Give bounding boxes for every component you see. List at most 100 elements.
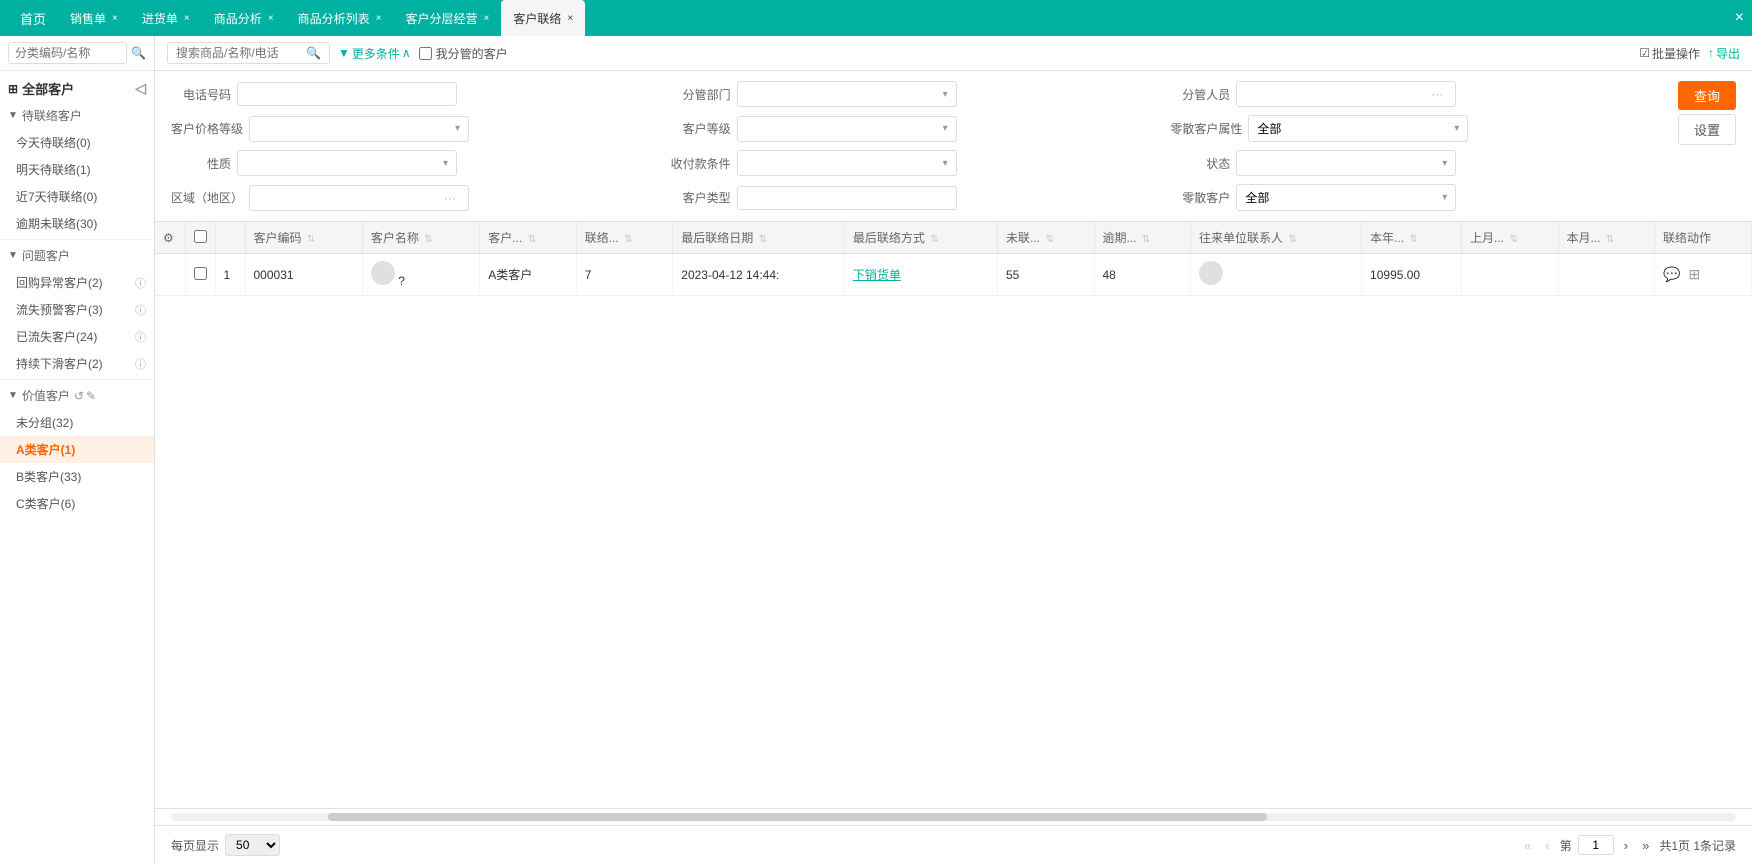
row-select-checkbox[interactable] bbox=[194, 267, 207, 280]
sidebar-group-pending[interactable]: ▼ 待联络客户 bbox=[0, 102, 154, 129]
nav-analysis-list[interactable]: 商品分析列表 × bbox=[286, 0, 394, 36]
sidebar-search-area: 🔍 bbox=[0, 36, 154, 71]
row-actions: 💬 ⊞ bbox=[1655, 254, 1752, 296]
retail-customer-select[interactable]: 全部▾ bbox=[1236, 184, 1456, 211]
th-customer-code[interactable]: 客户编码 ⇅ bbox=[245, 222, 362, 254]
sidebar-item-ungrouped[interactable]: 未分组(32) bbox=[0, 409, 154, 436]
search-input[interactable] bbox=[176, 46, 306, 60]
first-page-button[interactable]: « bbox=[1520, 836, 1535, 855]
status-select[interactable]: ▾ bbox=[1236, 150, 1456, 176]
page-navigation: « ‹ 第 › » 共1页 1条记录 bbox=[1520, 835, 1736, 855]
dept-select[interactable]: ▾ bbox=[737, 81, 957, 107]
price-level-select[interactable]: ▾ bbox=[249, 116, 469, 142]
close-sales-tab[interactable]: × bbox=[112, 13, 118, 24]
export-icon: ↑ bbox=[1708, 46, 1714, 60]
message-icon[interactable]: 💬 bbox=[1663, 266, 1680, 283]
sidebar-group-problem[interactable]: ▼ 问题客户 bbox=[0, 242, 154, 269]
nav-purchase[interactable]: 进货单 × bbox=[130, 0, 202, 36]
chevron-down-icon-price: ▾ bbox=[455, 123, 460, 134]
divider-1 bbox=[0, 239, 154, 240]
sidebar-item-churned[interactable]: 已流失客户(24) ⓘ bbox=[0, 323, 154, 350]
settings-button[interactable]: 设置 bbox=[1678, 114, 1736, 145]
th-gear[interactable]: ⚙ bbox=[155, 222, 185, 254]
sidebar-item-tomorrow-contact[interactable]: 明天待联络(1) bbox=[0, 156, 154, 183]
sidebar-item-repurchase-abnormal[interactable]: 回购异常客户(2) ⓘ bbox=[0, 269, 154, 296]
th-contacts-person[interactable]: 往来单位联系人 ⇅ bbox=[1191, 222, 1362, 254]
region-dots[interactable]: ··· bbox=[440, 191, 460, 205]
my-customers-check[interactable] bbox=[419, 47, 432, 60]
qr-icon[interactable]: ⊞ bbox=[1688, 266, 1700, 283]
th-this-year[interactable]: 本年... ⇅ bbox=[1362, 222, 1462, 254]
export-button[interactable]: ↑ 导出 bbox=[1708, 45, 1740, 62]
prev-page-button[interactable]: ‹ bbox=[1541, 836, 1553, 855]
app-close-button[interactable]: × bbox=[1735, 9, 1744, 27]
th-customer-type[interactable]: 客户... ⇅ bbox=[480, 222, 577, 254]
close-customer-segment-tab[interactable]: × bbox=[483, 13, 489, 24]
th-last-month[interactable]: 上月... ⇅ bbox=[1462, 222, 1559, 254]
more-filters-button[interactable]: ▼ 更多条件 ∧ bbox=[338, 45, 411, 62]
scroll-track[interactable] bbox=[171, 813, 1736, 821]
sidebar-item-b-customers[interactable]: B类客户(33) bbox=[0, 463, 154, 490]
nature-select[interactable]: ▾ bbox=[237, 150, 457, 176]
close-analysis-list-tab[interactable]: × bbox=[376, 13, 382, 24]
manager-input[interactable]: ··· bbox=[1236, 81, 1456, 107]
sidebar-collapse-button[interactable]: ◁ bbox=[135, 80, 146, 97]
nav-analysis[interactable]: 商品分析 × bbox=[202, 0, 286, 36]
th-this-month[interactable]: 本月... ⇅ bbox=[1558, 222, 1655, 254]
page-next-button[interactable]: › bbox=[1620, 836, 1632, 855]
sidebar-item-a-customers[interactable]: A类客户(1) bbox=[0, 436, 154, 463]
payment-select[interactable]: ▾ bbox=[737, 150, 957, 176]
page-last-button[interactable]: » bbox=[1638, 836, 1653, 855]
th-last-contact-method[interactable]: 最后联络方式 ⇅ bbox=[844, 222, 997, 254]
customer-table: ⚙ 客户编码 ⇅ 客户名称 ⇅ bbox=[155, 222, 1752, 296]
gear-icon[interactable]: ⚙ bbox=[163, 231, 174, 245]
sidebar-search-input[interactable] bbox=[8, 42, 127, 64]
th-last-contact-date[interactable]: 最后联络日期 ⇅ bbox=[673, 222, 845, 254]
close-purchase-tab[interactable]: × bbox=[184, 13, 190, 24]
chevron-down-icon-payment: ▾ bbox=[943, 158, 948, 169]
sidebar-item-overdue-contact[interactable]: 逾期未联络(30) bbox=[0, 210, 154, 237]
contact-method-link[interactable]: 下销货单 bbox=[853, 268, 901, 282]
nav-sales[interactable]: 销售单 × bbox=[58, 0, 130, 36]
sort-icon-contacts: ⇅ bbox=[1288, 234, 1296, 245]
customer-type-input[interactable] bbox=[737, 186, 957, 210]
nav-home[interactable]: 首页 bbox=[8, 0, 58, 36]
sidebar-group-value[interactable]: ▼ 价值客户 ↺ ✎ bbox=[0, 382, 154, 409]
row-no-contact: 55 bbox=[997, 254, 1094, 296]
customer-level-select[interactable]: ▾ bbox=[737, 116, 957, 142]
close-analysis-tab[interactable]: × bbox=[268, 13, 274, 24]
select-all-checkbox[interactable] bbox=[194, 230, 207, 243]
chevron-down-icon-status: ▾ bbox=[1442, 158, 1447, 169]
my-customers-checkbox[interactable]: 我分管的客户 bbox=[419, 45, 508, 62]
sidebar-item-declining[interactable]: 持续下滑客户(2) ⓘ bbox=[0, 350, 154, 377]
per-page-select[interactable]: 50 100 200 bbox=[225, 834, 280, 856]
th-no-contact[interactable]: 未联... ⇅ bbox=[997, 222, 1094, 254]
page-number-input[interactable] bbox=[1578, 835, 1614, 855]
query-button[interactable]: 查询 bbox=[1678, 81, 1736, 110]
th-customer-name[interactable]: 客户名称 ⇅ bbox=[362, 222, 479, 254]
sidebar-search-button[interactable]: 🔍 bbox=[131, 46, 146, 60]
sidebar-item-today-contact[interactable]: 今天待联络(0) bbox=[0, 129, 154, 156]
retail-attr-select[interactable]: 全部▾ bbox=[1248, 115, 1468, 142]
sort-icon-method: ⇅ bbox=[930, 234, 938, 245]
all-customers-label[interactable]: 全部客户 bbox=[22, 79, 74, 98]
search-icon[interactable]: 🔍 bbox=[306, 46, 321, 60]
region-select[interactable]: ··· bbox=[249, 185, 469, 211]
batch-ops-button[interactable]: ☑ 批量操作 bbox=[1639, 45, 1700, 62]
close-customer-contact-tab[interactable]: × bbox=[567, 13, 573, 24]
nav-customer-contact[interactable]: 客户联络 × bbox=[501, 0, 585, 36]
th-overdue[interactable]: 逾期... ⇅ bbox=[1094, 222, 1191, 254]
sidebar-item-c-customers[interactable]: C类客户(6) bbox=[0, 490, 154, 517]
edit-icon[interactable]: ✎ bbox=[86, 389, 96, 403]
phone-input[interactable] bbox=[237, 82, 457, 106]
th-actions: 联络动作 bbox=[1655, 222, 1752, 254]
sidebar-item-7days-contact[interactable]: 近7天待联络(0) bbox=[0, 183, 154, 210]
th-contact[interactable]: 联络... ⇅ bbox=[576, 222, 673, 254]
chevron-icon: ∧ bbox=[402, 46, 411, 60]
price-level-label: 客户价格等级 bbox=[171, 120, 243, 137]
scroll-thumb[interactable] bbox=[328, 813, 1267, 821]
refresh-icon[interactable]: ↺ bbox=[74, 389, 84, 403]
more-icon[interactable]: ··· bbox=[1427, 87, 1447, 101]
nav-customer-segment[interactable]: 客户分层经营 × bbox=[393, 0, 501, 36]
sidebar-item-churn-warning[interactable]: 流失预警客户(3) ⓘ bbox=[0, 296, 154, 323]
